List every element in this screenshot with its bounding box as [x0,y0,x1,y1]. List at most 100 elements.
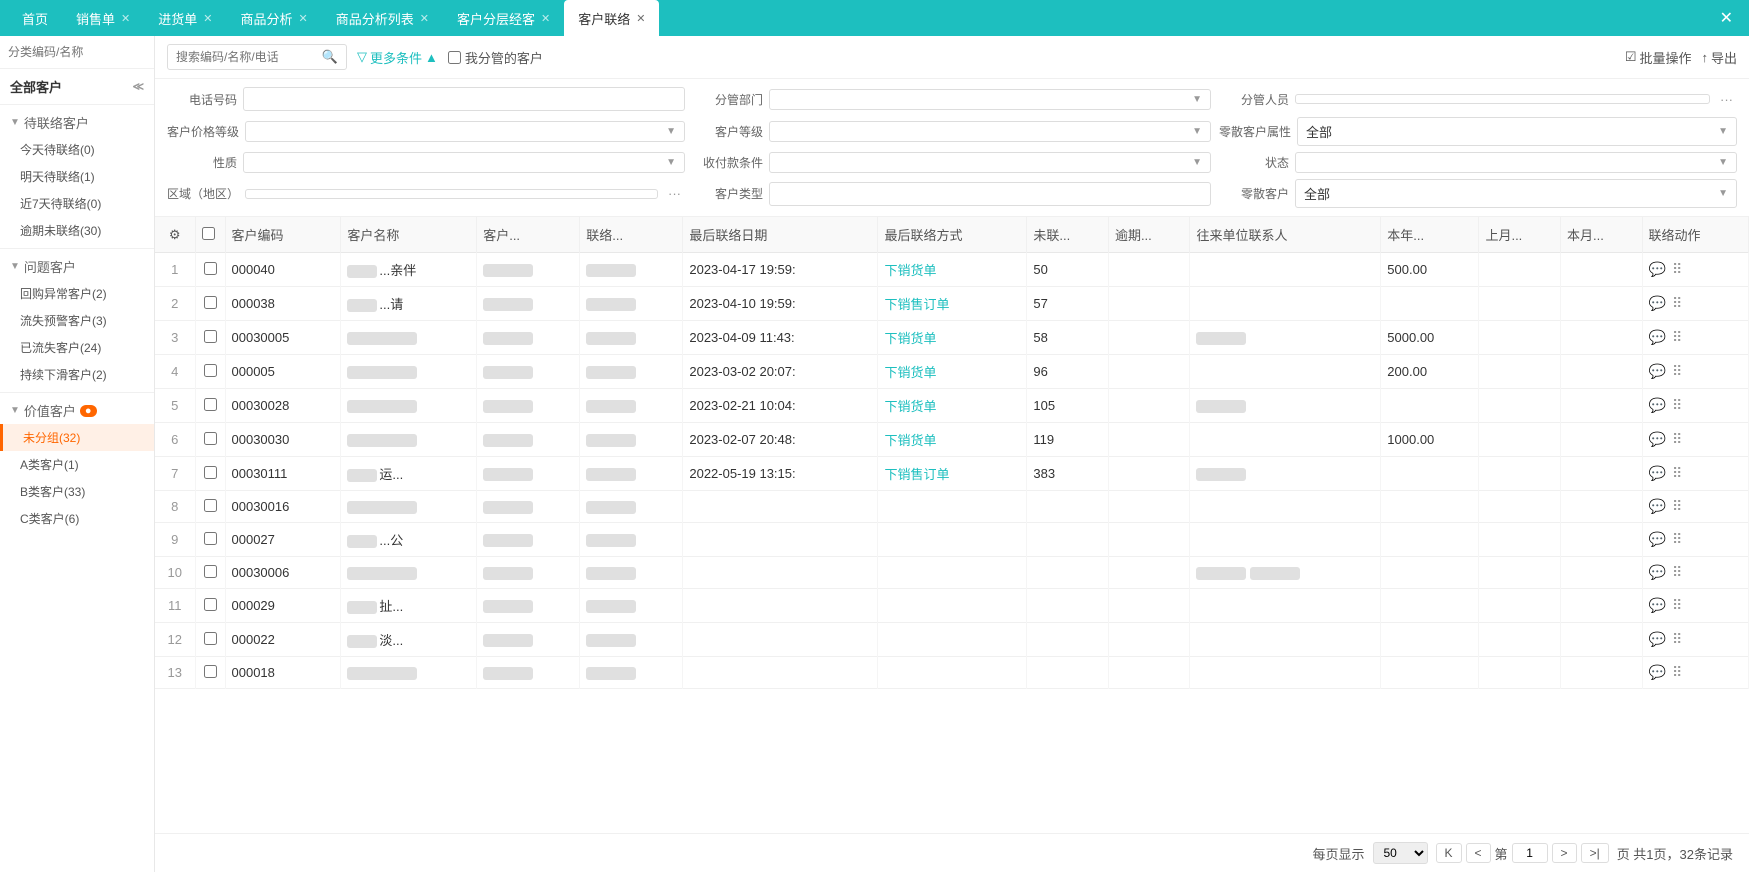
status-select[interactable]: ▼ [1295,152,1737,173]
sidebar-item-7day-pending[interactable]: 近7天待联络(0) [0,190,154,217]
chat-icon[interactable]: 💬 [1649,431,1666,448]
grid-icon[interactable]: ⠿ [1672,261,1682,278]
nav-tab-purchase[interactable]: 进货单 ✕ [144,0,226,36]
grid-icon[interactable]: ⠿ [1672,431,1682,448]
chat-icon[interactable]: 💬 [1649,329,1666,346]
manager-dots[interactable]: ··· [1716,92,1737,107]
window-close-icon[interactable]: ✕ [1712,8,1741,28]
close-analysis-icon[interactable]: ✕ [299,12,308,25]
sidebar-search-input[interactable] [8,45,155,59]
region-dots[interactable]: ··· [664,186,685,201]
sidebar-item-churn-warning[interactable]: 流失预警客户(3) [0,307,154,334]
sidebar-item-tomorrow-pending[interactable]: 明天待联络(1) [0,163,154,190]
row-checkbox[interactable] [204,499,217,512]
row-last-way[interactable]: 下销货单 [878,355,1027,389]
last-page-btn[interactable]: >| [1581,843,1609,863]
sparse-customer-select[interactable]: 全部 ▼ [1295,179,1737,208]
grid-icon[interactable]: ⠿ [1672,564,1682,581]
first-page-btn[interactable]: K [1436,843,1462,863]
close-sales-icon[interactable]: ✕ [121,12,130,25]
checkbox-col-header[interactable] [195,217,225,253]
group-value-customer[interactable]: ▼ 价值客户 ● [0,397,154,424]
chat-icon[interactable]: 💬 [1649,397,1666,414]
sidebar-item-b-class[interactable]: B类客户(33) [0,478,154,505]
grid-icon[interactable]: ⠿ [1672,397,1682,414]
filter-search-input[interactable] [176,50,316,64]
row-last-way[interactable] [878,623,1027,657]
row-checkbox[interactable] [204,398,217,411]
chat-icon[interactable]: 💬 [1649,295,1666,312]
last-way-link[interactable]: 下销货单 [884,433,936,448]
group-problem-customer[interactable]: ▼ 问题客户 [0,253,154,280]
grid-icon[interactable]: ⠿ [1672,597,1682,614]
row-last-way[interactable] [878,523,1027,557]
page-input[interactable] [1512,843,1548,863]
row-checkbox[interactable] [204,330,217,343]
chat-icon[interactable]: 💬 [1649,531,1666,548]
filter-search-icon[interactable]: 🔍 [322,49,338,65]
last-way-link[interactable]: 下销售订单 [884,467,949,482]
per-page-select[interactable]: 50 100 200 [1373,842,1428,864]
chat-icon[interactable]: 💬 [1649,597,1666,614]
sidebar-item-today-pending[interactable]: 今天待联络(0) [0,136,154,163]
next-page-btn[interactable]: > [1552,843,1577,863]
chat-icon[interactable]: 💬 [1649,363,1666,380]
grid-icon[interactable]: ⠿ [1672,295,1682,312]
chat-icon[interactable]: 💬 [1649,498,1666,515]
close-tier-icon[interactable]: ✕ [541,12,550,25]
row-last-way[interactable] [878,589,1027,623]
row-checkbox[interactable] [204,364,217,377]
grid-icon[interactable]: ⠿ [1672,631,1682,648]
row-checkbox[interactable] [204,665,217,678]
sidebar-item-ungrouped[interactable]: 未分组(32) [0,424,154,451]
price-level-select[interactable]: ▼ [245,121,685,142]
row-checkbox[interactable] [204,532,217,545]
nav-home[interactable]: 首页 [8,9,62,28]
sidebar-item-declining[interactable]: 持续下滑客户(2) [0,361,154,388]
group-pending-contact[interactable]: ▼ 待联络客户 [0,109,154,136]
row-last-way[interactable]: 下销货单 [878,253,1027,287]
manager-select[interactable] [1295,94,1710,104]
sidebar-item-a-class[interactable]: A类客户(1) [0,451,154,478]
payment-select[interactable]: ▼ [769,152,1211,173]
row-last-way[interactable]: 下销货单 [878,321,1027,355]
row-checkbox[interactable] [204,262,217,275]
close-contact-icon[interactable]: ✕ [636,12,645,25]
close-purchase-icon[interactable]: ✕ [203,12,212,25]
row-checkbox[interactable] [204,466,217,479]
nav-tab-customer-tier[interactable]: 客户分层经客 ✕ [443,0,564,36]
sidebar-item-abnormal[interactable]: 回购异常客户(2) [0,280,154,307]
my-customers-checkbox[interactable]: 我分管的客户 [448,48,543,67]
nav-tab-analysis-list[interactable]: 商品分析列表 ✕ [322,0,443,36]
grid-icon[interactable]: ⠿ [1672,329,1682,346]
chat-icon[interactable]: 💬 [1649,564,1666,581]
sparse-attr-select[interactable]: 全部 ▼ [1297,117,1737,146]
last-way-link[interactable]: 下销货单 [884,399,936,414]
row-last-way[interactable]: 下销货单 [878,423,1027,457]
export-btn[interactable]: ↑ 导出 [1701,48,1737,67]
all-customers-header[interactable]: 全部客户 ≪ [0,69,154,100]
row-checkbox[interactable] [204,632,217,645]
last-way-link[interactable]: 下销货单 [884,365,936,380]
filter-more-btn[interactable]: ▽ 更多条件 ▲ [357,48,438,67]
dept-select[interactable]: ▼ [769,89,1211,110]
my-customers-check-input[interactable] [448,51,461,64]
region-select[interactable] [245,189,658,199]
chat-icon[interactable]: 💬 [1649,664,1666,681]
nav-tab-analysis[interactable]: 商品分析 ✕ [226,0,321,36]
row-last-way[interactable] [878,491,1027,523]
last-way-link[interactable]: 下销售订单 [884,297,949,312]
row-checkbox[interactable] [204,296,217,309]
nature-select[interactable]: ▼ [243,152,685,173]
phone-input[interactable] [243,87,685,111]
chat-icon[interactable]: 💬 [1649,465,1666,482]
row-checkbox[interactable] [204,432,217,445]
row-checkbox[interactable] [204,598,217,611]
close-analysis-list-icon[interactable]: ✕ [420,12,429,25]
row-last-way[interactable]: 下销售订单 [878,457,1027,491]
customer-level-select[interactable]: ▼ [769,121,1211,142]
chat-icon[interactable]: 💬 [1649,631,1666,648]
row-last-way[interactable]: 下销售订单 [878,287,1027,321]
row-last-way[interactable] [878,657,1027,689]
select-all-checkbox[interactable] [202,227,215,240]
